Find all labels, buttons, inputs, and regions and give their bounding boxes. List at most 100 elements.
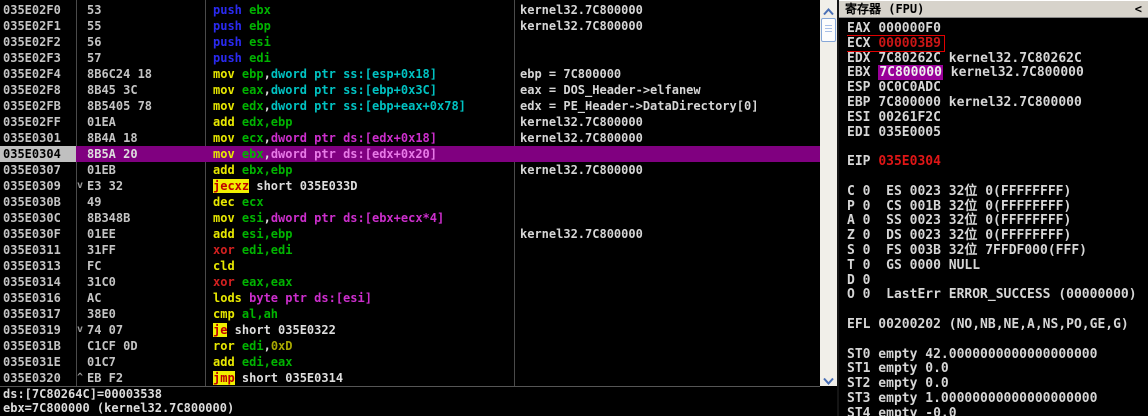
disasm-row[interactable]: 035E0311 31FF xor edi,edi	[0, 242, 820, 258]
disassembly-pane[interactable]: 035E02F0 53 push ebx kernel32.7C800000 035E0…	[0, 0, 820, 386]
register-line[interactable]: EDX 7C80262C kernel32.7C80262C	[847, 50, 1147, 67]
instruction-address: 035E02F3	[3, 51, 61, 65]
instruction-bytes: 55	[87, 19, 102, 33]
info-line-address-value: ds:[7C80264C]=00003538	[3, 387, 162, 401]
instruction-text: push esi	[213, 34, 271, 50]
instruction-address: 035E0314	[3, 275, 61, 289]
register-line[interactable]: S 0 FS 003B 32位 7FFDF000(FFF)	[847, 243, 1147, 259]
disasm-row[interactable]: 035E0313 FC cld	[0, 258, 820, 274]
instruction-token: short 035E0314	[234, 371, 344, 385]
instruction-token: ebx,ebp	[241, 163, 293, 177]
register-line[interactable]: ESI 00261F2C	[847, 110, 1147, 126]
disasm-row[interactable]: 035E030C 8B348B mov esi,dword ptr ds:[ebx+…	[0, 210, 820, 226]
instruction-token: byte ptr ds:[esi]	[249, 291, 372, 305]
disasm-row[interactable]: 035E0307 01EB add ebx,ebp kernel32.7C800000	[0, 162, 820, 178]
disasm-row[interactable]: 035E02FB 8B5405 78 mov edx,dword ptr ss:[e…	[0, 98, 820, 114]
register-line[interactable]: ST1 empty 0.0	[847, 362, 1147, 377]
instruction-bytes: 53	[87, 3, 102, 17]
register-line[interactable]: EDI 035E0005	[847, 124, 1147, 141]
jump-down-icon: v	[77, 324, 84, 335]
disasm-row[interactable]: 035E0320 ^ EB F2 jmp short 035E0314	[0, 370, 820, 386]
disasm-row[interactable]: 035E0301 8B4A 18 mov ecx,dword ptr ds:[edx…	[0, 130, 820, 146]
disasm-row[interactable]: 035E031E 01C7 add edi,eax	[0, 354, 820, 370]
instruction-token: add	[213, 163, 242, 177]
instruction-text: dec ecx	[213, 194, 264, 210]
disasm-row[interactable]: 035E02F8 8B45 3C mov eax,dword ptr ss:[ebp…	[0, 82, 820, 98]
disasm-row[interactable]: 035E0314 31C0 xor eax,eax	[0, 274, 820, 290]
disasm-row[interactable]: 035E0317 38E0 cmp al,ah	[0, 306, 820, 322]
instruction-comment: ebp = 7C800000	[520, 67, 622, 81]
instruction-bytes: 01EE	[87, 227, 116, 241]
register-line[interactable]: C 0 ES 0023 32位 0(FFFFFFFF)	[847, 184, 1147, 200]
register-name: EDI	[847, 124, 871, 140]
register-line[interactable]: ECX 000003B9	[847, 34, 1147, 52]
register-line[interactable]: ESP 0C0C0ADC	[847, 80, 1147, 96]
register-value: 7C80262C	[878, 50, 941, 66]
instruction-text: mov ecx,dword ptr ds:[edx+0x18]	[213, 130, 437, 146]
register-line[interactable]: EFL 00200202 (NO,NB,NE,A,NS,PO,GE,G)	[847, 317, 1147, 333]
instruction-token: mov	[213, 67, 242, 81]
register-line[interactable]: A 0 SS 0023 32位 0(FFFFFFFF)	[847, 214, 1147, 229]
instruction-token: ror	[213, 339, 242, 353]
instruction-token: cmp	[213, 307, 242, 321]
disasm-row[interactable]: 035E02F1 55 push ebp kernel32.7C800000	[0, 18, 820, 34]
collapse-icon[interactable]: <	[1135, 1, 1142, 17]
instruction-token: ebx	[249, 3, 271, 17]
register-line[interactable]: ST2 empty 0.0	[847, 376, 1147, 392]
instruction-bytes: 8B4A 18	[87, 131, 138, 145]
changed-register-box: ECX 000003B9	[847, 34, 945, 52]
instruction-address: 035E0311	[3, 243, 61, 257]
instruction-token: dword ptr ds:[edx+0x20]	[270, 147, 437, 161]
register-line[interactable]: ST0 empty 42.0000000000000000000	[847, 347, 1147, 363]
disasm-row[interactable]: 035E02FF 01EA add edx,ebp kernel32.7C800000	[0, 114, 820, 130]
disasm-row[interactable]: 035E0309 v E3 32 jecxz short 035E033D	[0, 178, 820, 194]
register-line[interactable]: T 0 GS 0000 NULL	[847, 258, 1147, 274]
instruction-text: cmp al,ah	[213, 306, 278, 322]
register-name: EBX	[847, 65, 871, 81]
register-line[interactable]: ST3 empty 1.00000000000000000000	[847, 391, 1147, 407]
disasm-row[interactable]: 035E030F 01EE add esi,ebp kernel32.7C800000	[0, 226, 820, 242]
register-line[interactable]: EIP 035E0304	[847, 154, 1147, 170]
register-line[interactable]: ST4 empty -0.0	[847, 406, 1147, 416]
register-value: 7C800000	[878, 94, 941, 110]
instruction-token: add	[213, 227, 242, 241]
disasm-row[interactable]: 035E02F0 53 push ebx kernel32.7C800000	[0, 2, 820, 18]
scroll-down-icon[interactable]	[820, 370, 837, 385]
instruction-comment: kernel32.7C800000	[520, 3, 643, 17]
disasm-vertical-scrollbar[interactable]	[820, 0, 837, 386]
register-line[interactable]: EBX 7C800000 kernel32.7C800000	[847, 65, 1147, 81]
registers-pane[interactable]: 寄存器 (FPU) < EAX 000000F0 ECX 000003B9 EDX …	[837, 0, 1148, 416]
register-line[interactable]: D 0	[847, 273, 1147, 289]
instruction-token: je	[213, 323, 228, 337]
instruction-token: eax,eax	[241, 275, 293, 289]
disasm-row[interactable]: 035E0319 v 74 07 je short 035E0322	[0, 322, 820, 338]
disasm-row[interactable]: 035E02F3 57 push edi	[0, 50, 820, 66]
instruction-token: mov	[213, 99, 242, 113]
disasm-row[interactable]: 035E031B C1CF 0D ror edi,0xD	[0, 338, 820, 354]
disasm-row[interactable]: 035E02F4 8B6C24 18 mov ebp,dword ptr ss:[e…	[0, 66, 820, 82]
instruction-bytes: 8B6C24 18	[87, 67, 153, 81]
instruction-bytes: 8B5A 20	[87, 147, 138, 161]
instruction-address: 035E0307	[3, 163, 61, 177]
instruction-token: mov	[213, 147, 242, 161]
disasm-row[interactable]: 035E02F2 56 push esi	[0, 34, 820, 50]
register-name: EAX	[847, 22, 871, 36]
register-line[interactable]: EBP 7C800000 kernel32.7C800000	[847, 94, 1147, 111]
register-line[interactable]: Z 0 DS 0023 32位 0(FFFFFFFF)	[847, 228, 1147, 244]
disasm-row[interactable]: 035E030B 49 dec ecx	[0, 194, 820, 210]
scroll-up-icon[interactable]	[820, 1, 837, 16]
disasm-row[interactable]: 035E0316 AC lods byte ptr ds:[esi]	[0, 290, 820, 306]
register-line	[847, 170, 1147, 185]
registers-title-bar[interactable]: 寄存器 (FPU) <	[839, 0, 1148, 18]
disasm-row-selected[interactable]: 035E0304 8B5A 20 mov ebx,dword ptr ds:[edx…	[0, 146, 820, 162]
instruction-address: 035E030C	[3, 211, 61, 225]
instruction-bytes: 8B45 3C	[87, 83, 138, 97]
instruction-bytes: 01EA	[87, 115, 116, 129]
scrollbar-thumb[interactable]	[821, 18, 836, 42]
instruction-bytes: 38E0	[87, 307, 116, 321]
register-line[interactable]: O 0 LastErr ERROR_SUCCESS (00000000)	[847, 288, 1147, 303]
instruction-token: push	[213, 35, 250, 49]
register-value: 0C0C0ADC	[878, 80, 941, 96]
instruction-token: ,	[263, 339, 271, 353]
instruction-address: 035E0313	[3, 259, 61, 273]
